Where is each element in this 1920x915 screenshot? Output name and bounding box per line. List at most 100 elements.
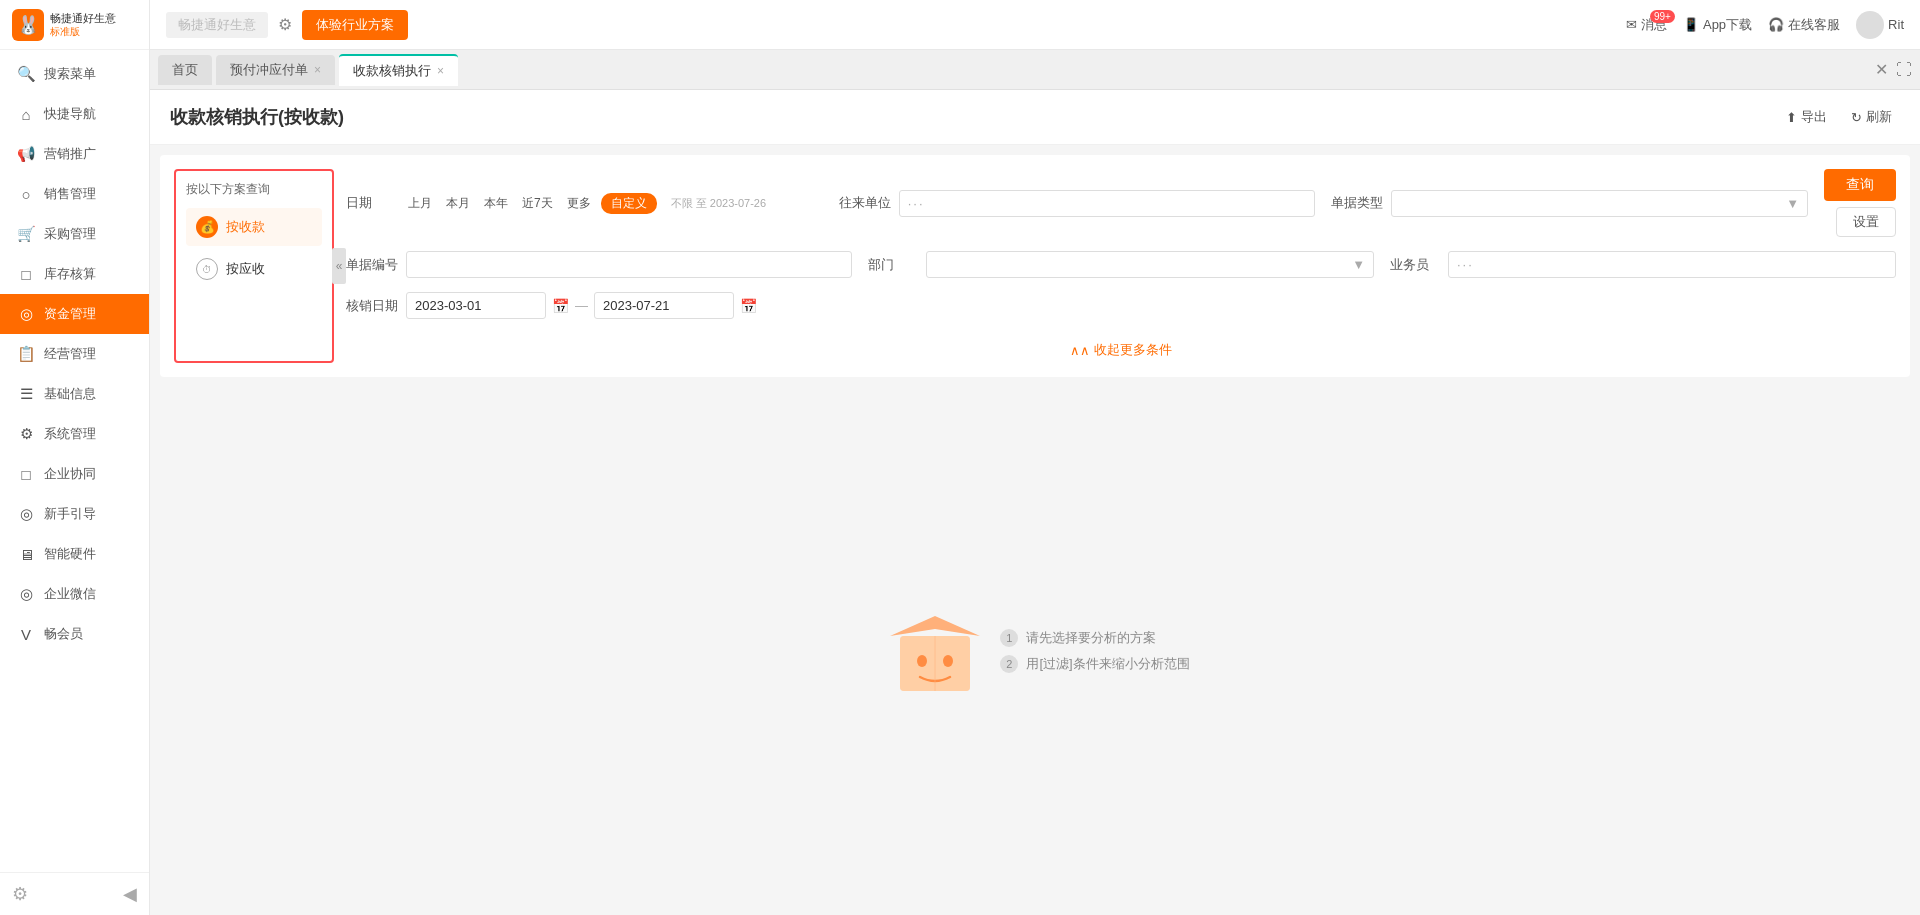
- user-action[interactable]: Rit: [1856, 11, 1904, 39]
- sidebar-item-enterprise[interactable]: □ 企业协同: [0, 454, 149, 494]
- sidebar-item-basic-info[interactable]: ☰ 基础信息: [0, 374, 149, 414]
- tab-prepay[interactable]: 预付冲应付单 ×: [216, 55, 335, 85]
- refresh-btn[interactable]: ↻ 刷新: [1843, 104, 1900, 130]
- quick-nav-icon: ⌂: [16, 104, 36, 124]
- quick-date-7days[interactable]: 近7天: [518, 193, 557, 214]
- verify-date-group: 📅 — 📅: [406, 292, 757, 319]
- quick-date-custom[interactable]: 自定义: [601, 193, 657, 214]
- search-menu-icon: 🔍: [16, 64, 36, 84]
- sidebar-item-member[interactable]: V 畅会员: [0, 614, 149, 654]
- collapse-more-icon: ∧∧: [1070, 343, 1090, 358]
- receipt-option-label: 按收款: [226, 218, 265, 236]
- export-icon: ⬆: [1786, 110, 1797, 125]
- filter-field-date: 日期 上月 本月 本年 近7天 更多 自定义 不限 至 2023-07-26: [346, 193, 823, 214]
- filter-field-staff: 业务员 ···: [1390, 251, 1896, 278]
- empty-tip-2: 2 用[过滤]条件来缩小分析范围: [1000, 655, 1189, 673]
- partner-select-dots: ···: [908, 196, 925, 211]
- settings-icon[interactable]: ⚙: [12, 883, 28, 905]
- sidebar-item-label: 系统管理: [44, 425, 96, 443]
- filter-collapse-btn[interactable]: «: [332, 248, 346, 284]
- sidebar-bottom: ⚙ ◀: [0, 872, 149, 915]
- logo-text: 畅捷通好生意 标准版: [50, 11, 116, 38]
- filter-field-dept: 部门 ▼: [868, 251, 1374, 278]
- collapse-more-btn[interactable]: ∧∧ 收起更多条件: [346, 337, 1896, 363]
- quick-date-this-year[interactable]: 本年: [480, 193, 512, 214]
- sidebar-item-quick-nav[interactable]: ⌂ 快捷导航: [0, 94, 149, 134]
- service-action[interactable]: 🎧 在线客服: [1768, 16, 1840, 34]
- user-label: Rit: [1888, 17, 1904, 32]
- receivable-option-icon: ⏱: [196, 258, 218, 280]
- filter-row-1: 日期 上月 本月 本年 近7天 更多 自定义 不限 至 2023-07-26: [346, 169, 1896, 237]
- guide-icon: ◎: [16, 504, 36, 524]
- partner-select[interactable]: ···: [899, 190, 1316, 217]
- sidebar-item-search-menu[interactable]: 🔍 搜索菜单: [0, 54, 149, 94]
- enterprise-icon: □: [16, 464, 36, 484]
- tab-collection[interactable]: 收款核销执行 ×: [339, 54, 458, 86]
- dept-select[interactable]: ▼: [926, 251, 1374, 278]
- sidebar-item-finance[interactable]: ◎ 资金管理: [0, 294, 149, 334]
- app-download-action[interactable]: 📱 App下载: [1683, 16, 1752, 34]
- industry-btn[interactable]: 体验行业方案: [302, 10, 408, 40]
- sidebar-item-system[interactable]: ⚙ 系统管理: [0, 414, 149, 454]
- tab-prepay-label: 预付冲应付单: [230, 61, 308, 79]
- tab-collection-close[interactable]: ×: [437, 64, 444, 78]
- sidebar-item-label: 快捷导航: [44, 105, 96, 123]
- topbar-gear-icon[interactable]: ⚙: [278, 15, 292, 34]
- dept-arrow-icon: ▼: [1352, 257, 1365, 272]
- verify-date-end-cal-icon[interactable]: 📅: [740, 298, 757, 314]
- filter-option-receivable[interactable]: ⏱ 按应收: [186, 250, 322, 288]
- user-avatar: [1856, 11, 1884, 39]
- bill-type-select[interactable]: ▼: [1391, 190, 1808, 217]
- receivable-option-label: 按应收: [226, 260, 265, 278]
- filter-field-partner: 往来单位 ···: [839, 190, 1316, 217]
- tab-close-all-btn[interactable]: ✕: [1875, 60, 1888, 79]
- sidebar-item-sales[interactable]: ○ 销售管理: [0, 174, 149, 214]
- filter-sidebar: 按以下方案查询 💰 按收款 ⏱ 按应收 «: [174, 169, 334, 363]
- sidebar-item-operations[interactable]: 📋 经营管理: [0, 334, 149, 374]
- query-btn[interactable]: 查询: [1824, 169, 1896, 201]
- sidebar-item-guide[interactable]: ◎ 新手引导: [0, 494, 149, 534]
- message-badge: 99+: [1650, 10, 1675, 23]
- tab-prepay-close[interactable]: ×: [314, 63, 321, 77]
- page-header: 收款核销执行(按收款) ⬆ 导出 ↻ 刷新: [150, 90, 1920, 145]
- filter-option-receipt[interactable]: 💰 按收款: [186, 208, 322, 246]
- empty-tips: 1 请先选择要分析的方案 2 用[过滤]条件来缩小分析范围: [1000, 629, 1189, 673]
- verify-date-start-cal-icon[interactable]: 📅: [552, 298, 569, 314]
- filter-panel: 按以下方案查询 💰 按收款 ⏱ 按应收 « 日期: [160, 155, 1910, 377]
- sidebar-item-label: 搜索菜单: [44, 65, 96, 83]
- sidebar-item-hardware[interactable]: 🖥 智能硬件: [0, 534, 149, 574]
- app-label: App下载: [1703, 16, 1752, 34]
- export-btn[interactable]: ⬆ 导出: [1778, 104, 1835, 130]
- staff-select[interactable]: ···: [1448, 251, 1896, 278]
- tab-home[interactable]: 首页: [158, 55, 212, 85]
- verify-date-start[interactable]: [406, 292, 546, 319]
- sidebar-item-marketing[interactable]: 📢 营销推广: [0, 134, 149, 174]
- sidebar-item-label: 采购管理: [44, 225, 96, 243]
- sidebar-item-label: 企业微信: [44, 585, 96, 603]
- settings-btn[interactable]: 设置: [1836, 207, 1896, 237]
- message-action[interactable]: ✉ 消息 99+: [1626, 16, 1667, 34]
- date-separator: —: [575, 298, 588, 313]
- verify-date-end[interactable]: [594, 292, 734, 319]
- quick-date-more[interactable]: 更多: [563, 193, 595, 214]
- billno-label: 单据编号: [346, 256, 398, 274]
- sidebar-item-purchase[interactable]: 🛒 采购管理: [0, 214, 149, 254]
- billno-input[interactable]: [406, 251, 852, 278]
- collapse-sidebar-icon[interactable]: ◀: [123, 883, 137, 905]
- quick-dates: 上月 本月 本年 近7天 更多 自定义: [404, 193, 657, 214]
- quick-date-this-month[interactable]: 本月: [442, 193, 474, 214]
- sidebar-item-wechat[interactable]: ◎ 企业微信: [0, 574, 149, 614]
- sidebar-nav: 🔍 搜索菜单 ⌂ 快捷导航 📢 营销推广 ○ 销售管理 🛒 采购管理 □ 库存核…: [0, 50, 149, 872]
- page-actions: ⬆ 导出 ↻ 刷新: [1778, 104, 1900, 130]
- sidebar-item-label: 畅会员: [44, 625, 83, 643]
- svg-point-4: [943, 655, 953, 667]
- sidebar-item-inventory[interactable]: □ 库存核算: [0, 254, 149, 294]
- filter-field-bill-type: 单据类型 ▼: [1331, 190, 1808, 217]
- quick-date-last-month[interactable]: 上月: [404, 193, 436, 214]
- sidebar-item-label: 库存核算: [44, 265, 96, 283]
- tab-expand-btn[interactable]: ⛶: [1896, 61, 1912, 79]
- sidebar-item-label: 企业协同: [44, 465, 96, 483]
- empty-illustration: [880, 601, 980, 701]
- message-icon: ✉: [1626, 17, 1637, 32]
- filter-field-verify-date: 核销日期 📅 — 📅: [346, 292, 1896, 319]
